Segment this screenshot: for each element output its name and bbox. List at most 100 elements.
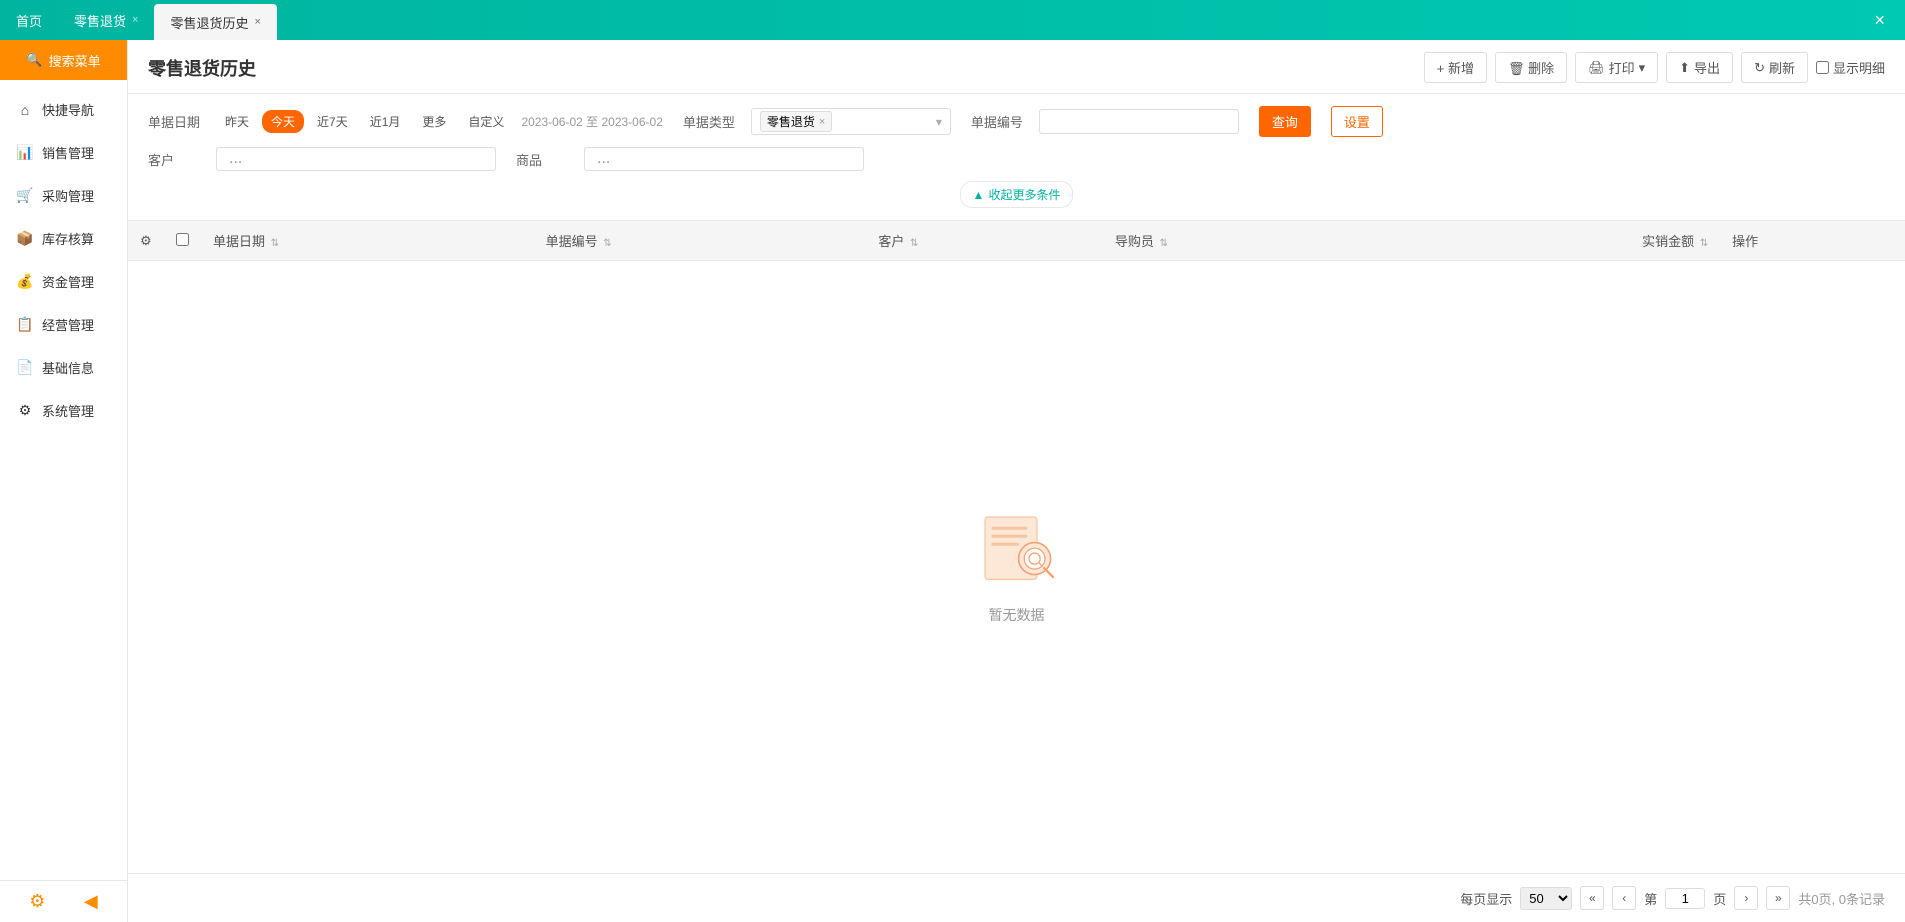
type-tag-value: 零售退货 — [767, 113, 815, 130]
query-button[interactable]: 查询 — [1259, 106, 1311, 137]
page-unit: 页 — [1713, 889, 1726, 908]
sidebar-item-system[interactable]: ⚙ 系统管理 — [0, 389, 127, 432]
col-date-sort[interactable]: ⇅ — [271, 238, 279, 249]
next-page-button[interactable]: › — [1734, 886, 1758, 910]
number-filter-input[interactable] — [1039, 109, 1239, 134]
purchase-icon: 🛒 — [16, 187, 34, 205]
sidebar-bottom: ⚙ ◀ — [0, 880, 127, 922]
empty-state: 暂无数据 — [128, 261, 1905, 873]
col-guide-sort[interactable]: ⇅ — [1160, 238, 1168, 249]
col-amount-label: 实销金额 — [1642, 234, 1694, 249]
toolbar: + 新增 🗑 删除 🖨 打印 ▾ ⬆ 导出 ↻ 刷新 — [1424, 52, 1885, 83]
sidebar-search-label: 搜索菜单 — [49, 51, 101, 70]
inventory-icon: 📦 — [16, 230, 34, 248]
filter-row-2: 客户 ... 商品 ... — [148, 147, 1885, 171]
tab-retail-return-close[interactable]: × — [132, 14, 138, 26]
goods-filter-label: 商品 — [516, 150, 576, 169]
window-close-button[interactable]: × — [1854, 10, 1905, 31]
collapse-button[interactable]: ▲ 收起更多条件 — [960, 181, 1074, 208]
collapse-label: 收起更多条件 — [988, 186, 1060, 203]
col-action: 操作 — [1720, 221, 1905, 261]
tab-retail-return[interactable]: 零售退货 × — [58, 0, 154, 40]
date-btn-more[interactable]: 更多 — [413, 110, 455, 133]
basic-info-icon: 📄 — [16, 359, 34, 377]
page-title: 零售退货历史 — [148, 55, 256, 81]
sidebar-item-quick-nav[interactable]: ⌂ 快捷导航 — [0, 88, 127, 131]
type-dropdown-icon[interactable]: ▾ — [936, 115, 942, 129]
table-settings-icon[interactable]: ⚙ — [140, 233, 152, 248]
customer-ellipsis[interactable]: ... — [225, 150, 246, 168]
finance-icon: 💰 — [16, 273, 34, 291]
number-filter-label: 单据编号 — [971, 112, 1031, 131]
sidebar-item-sales[interactable]: 📊 销售管理 — [0, 131, 127, 174]
col-guide: 导购员 ⇅ — [1103, 221, 1388, 261]
customer-filter-group: 客户 ... — [148, 147, 496, 171]
sidebar-item-inventory[interactable]: 📦 库存核算 — [0, 217, 127, 260]
goods-filter-input[interactable]: ... — [584, 147, 864, 171]
page-size-select[interactable]: 20 50 100 — [1520, 887, 1572, 910]
date-btn-yesterday[interactable]: 昨天 — [216, 110, 258, 133]
collapse-row: ▲ 收起更多条件 — [148, 181, 1885, 208]
export-button[interactable]: ⬆ 导出 — [1666, 52, 1733, 83]
settings-icon[interactable]: ⚙ — [29, 891, 45, 912]
col-amount-sort[interactable]: ⇅ — [1700, 238, 1708, 249]
display-detail-label: 显示明细 — [1833, 58, 1885, 77]
page-size-label: 每页显示 — [1460, 889, 1512, 908]
sidebar-item-operations[interactable]: 📋 经营管理 — [0, 303, 127, 346]
type-filter-tag: 零售退货 × — [760, 111, 832, 132]
customer-filter-input[interactable]: ... — [216, 147, 496, 171]
date-btn-1month[interactable]: 近1月 — [361, 110, 410, 133]
sales-icon: 📊 — [16, 144, 34, 162]
display-detail-checkbox-label[interactable]: 显示明细 — [1816, 58, 1885, 77]
display-detail-checkbox[interactable] — [1816, 61, 1829, 74]
pagination: 每页显示 20 50 100 « ‹ 第 页 › » 共0页, 0条记录 — [128, 873, 1905, 922]
last-page-button[interactable]: » — [1766, 886, 1790, 910]
col-customer: 客户 ⇅ — [866, 221, 1103, 261]
col-guide-label: 导购员 — [1115, 234, 1154, 249]
collapse-sidebar-icon[interactable]: ◀ — [84, 891, 98, 912]
first-page-button[interactable]: « — [1580, 886, 1604, 910]
date-btn-7days[interactable]: 近7天 — [308, 110, 357, 133]
sidebar-item-finance-label: 资金管理 — [42, 272, 94, 291]
col-action-label: 操作 — [1732, 234, 1758, 249]
type-tag-remove[interactable]: × — [819, 116, 825, 128]
page-header: 零售退货历史 + 新增 🗑 删除 🖨 打印 ▾ ⬆ 导出 ↻ — [128, 40, 1905, 94]
col-number-sort[interactable]: ⇅ — [603, 238, 611, 249]
sidebar-item-system-label: 系统管理 — [42, 401, 94, 420]
sidebar-item-quick-nav-label: 快捷导航 — [42, 100, 94, 119]
sidebar-item-basic-info[interactable]: 📄 基础信息 — [0, 346, 127, 389]
export-icon: ⬆ — [1679, 60, 1690, 76]
print-button[interactable]: 🖨 打印 ▾ — [1575, 52, 1658, 83]
table-header: ⚙ 单据日期 ⇅ 单据编号 ⇅ — [128, 221, 1905, 261]
goods-filter-group: 商品 ... — [516, 147, 864, 171]
sidebar-item-purchase[interactable]: 🛒 采购管理 — [0, 174, 127, 217]
sidebar-item-finance[interactable]: 💰 资金管理 — [0, 260, 127, 303]
delete-button[interactable]: 🗑 删除 — [1495, 52, 1567, 83]
tab-retail-return-history-close[interactable]: × — [254, 16, 260, 28]
refresh-label: 刷新 — [1769, 58, 1795, 77]
page-number-input[interactable] — [1665, 888, 1705, 909]
type-filter-input[interactable]: 零售退货 × ▾ — [751, 108, 951, 135]
table-header-row: ⚙ 单据日期 ⇅ 单据编号 ⇅ — [128, 221, 1905, 261]
select-all-checkbox[interactable] — [176, 233, 189, 246]
customer-filter-label: 客户 — [148, 150, 208, 169]
setting-button[interactable]: 设置 — [1331, 106, 1383, 137]
col-date-label: 单据日期 — [213, 234, 265, 249]
goods-ellipsis[interactable]: ... — [593, 150, 614, 168]
date-btn-today[interactable]: 今天 — [262, 110, 304, 133]
sidebar-item-sales-label: 销售管理 — [42, 143, 94, 162]
data-table: ⚙ 单据日期 ⇅ 单据编号 ⇅ — [128, 221, 1905, 261]
tab-retail-return-history[interactable]: 零售退货历史 × — [154, 4, 276, 40]
new-button[interactable]: + 新增 — [1424, 52, 1487, 83]
refresh-button[interactable]: ↻ 刷新 — [1741, 52, 1808, 83]
col-date: 单据日期 ⇅ — [201, 221, 534, 261]
tab-list: 首页 零售退货 × 零售退货历史 × — [0, 0, 1854, 40]
prev-page-button[interactable]: ‹ — [1612, 886, 1636, 910]
sidebar-menu: ⌂ 快捷导航 📊 销售管理 🛒 采购管理 📦 库存核算 💰 资金管理 📋 — [0, 80, 127, 880]
col-amount: 实销金额 ⇅ — [1388, 221, 1721, 261]
sidebar-search[interactable]: 🔍 搜索菜单 — [0, 40, 127, 80]
tab-home[interactable]: 首页 — [0, 0, 58, 40]
tab-retail-return-label: 零售退货 — [74, 11, 126, 30]
date-btn-custom[interactable]: 自定义 — [459, 110, 513, 133]
col-customer-sort[interactable]: ⇅ — [910, 238, 918, 249]
